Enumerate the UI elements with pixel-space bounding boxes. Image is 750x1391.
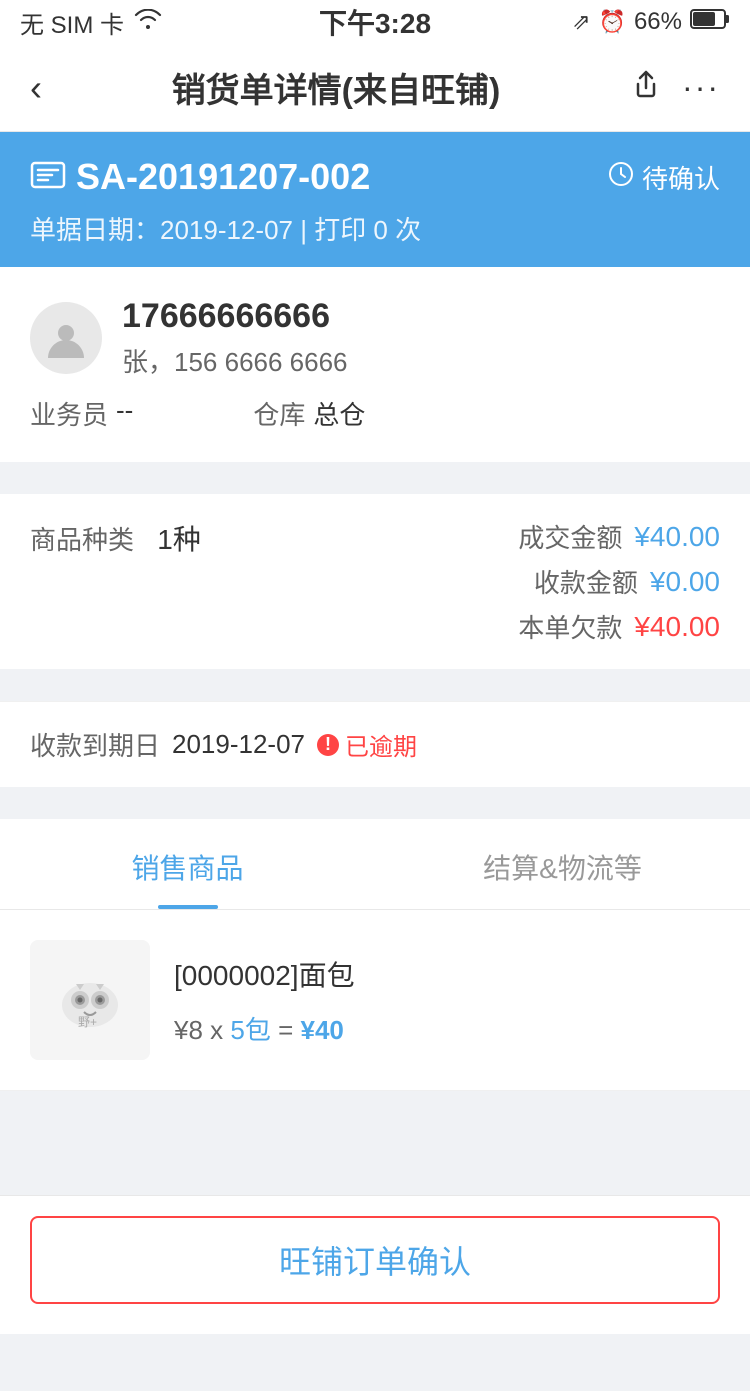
due-date-value: 2019-12-07 [172,729,305,760]
overdue-badge: ! 已逾期 [317,727,417,762]
tab-sales-products[interactable]: 销售商品 [0,819,375,909]
qty-text: 5包 [230,1015,270,1045]
customer-avatar [30,302,102,374]
alarm-icon: ⏰ [599,9,626,35]
share-button[interactable] [630,68,662,107]
status-right: ⇗ ⏰ 66% [572,8,730,37]
order-id: SA-20191207-002 [30,156,370,198]
wifi-icon [134,8,162,36]
battery-text: 66% [634,8,682,36]
customer-name: 张，156 6666 6666 [122,342,348,379]
customer-meta: 业务员 -- 仓库 总仓 [30,395,720,432]
back-button[interactable]: ‹ [30,67,42,109]
equals-text: = [278,1015,300,1045]
more-button[interactable]: ··· [682,69,720,106]
divider-2 [0,685,750,701]
bottom-bar: 旺铺订单确认 [0,1195,750,1334]
carrier-text: 无 SIM 卡 [20,5,124,40]
divider-1 [0,478,750,494]
status-time: 下午3:28 [319,2,431,42]
product-info: [0000002]面包 ¥8 x 5包 = ¥40 [174,954,720,1047]
deal-amount-label: 成交金额 [518,518,622,555]
owed-amount-value: ¥40.00 [634,611,720,643]
product-price: ¥8 x 5包 = ¥40 [174,1010,720,1047]
deal-amount-value: ¥40.00 [634,521,720,553]
confirm-order-button[interactable]: 旺铺订单确认 [30,1216,720,1304]
order-status: 待确认 [608,159,720,196]
receipt-amount-label: 收款金额 [534,563,638,600]
due-date-label: 收款到期日 [30,726,160,763]
receipt-amount-value: ¥0.00 [650,566,720,598]
svg-text:野+: 野+ [78,1015,97,1029]
overdue-text: 已逾期 [345,727,417,762]
salesperson-label: 业务员 [30,395,108,432]
order-header-card: SA-20191207-002 待确认 单据日期：2019-12-07 | 打印… [0,132,750,267]
product-item: 野+ [0000002]面包 ¥8 x 5包 = ¥40 [0,910,750,1091]
clock-icon [608,161,634,194]
product-type-label: 商品种类 1种 [30,518,201,558]
customer-phone: 17666666666 [122,297,348,336]
product-tabs: 销售商品 结算&物流等 [0,819,750,910]
summary-card: 商品种类 1种 成交金额 ¥40.00 收款金额 ¥0.00 本单欠款 ¥40.… [0,494,750,669]
battery-icon [690,8,730,37]
warehouse-value: 总仓 [313,395,365,432]
salesperson-value: -- [116,395,133,432]
warehouse-label: 仓库 [253,395,305,432]
product-thumbnail: 野+ [30,940,150,1060]
overdue-icon: ! [317,734,339,756]
order-date: 单据日期：2019-12-07 | 打印 0 次 [30,210,720,247]
location-icon: ⇗ [572,9,590,35]
divider-3 [0,787,750,803]
price-text: ¥8 x [174,1015,230,1045]
status-left: 无 SIM 卡 [20,5,162,40]
status-bar: 无 SIM 卡 下午3:28 ⇗ ⏰ 66% [0,0,750,44]
product-list: 野+ [0000002]面包 ¥8 x 5包 = ¥40 [0,910,750,1091]
customer-card: 17666666666 张，156 6666 6666 业务员 -- 仓库 总仓 [0,267,750,462]
order-icon [30,156,66,198]
nav-title: 销货单详情(来自旺铺) [172,63,501,112]
due-date-card: 收款到期日 2019-12-07 ! 已逾期 [0,701,750,787]
product-type-value: 1种 [157,524,201,555]
nav-bar: ‹ 销货单详情(来自旺铺) ··· [0,44,750,132]
owed-amount-label: 本单欠款 [518,608,622,645]
total-text: ¥40 [301,1015,344,1045]
tab-settlement-logistics[interactable]: 结算&物流等 [375,819,750,909]
product-name: [0000002]面包 [174,954,720,994]
nav-actions: ··· [630,68,720,107]
summary-amounts: 成交金额 ¥40.00 收款金额 ¥0.00 本单欠款 ¥40.00 [518,518,720,645]
